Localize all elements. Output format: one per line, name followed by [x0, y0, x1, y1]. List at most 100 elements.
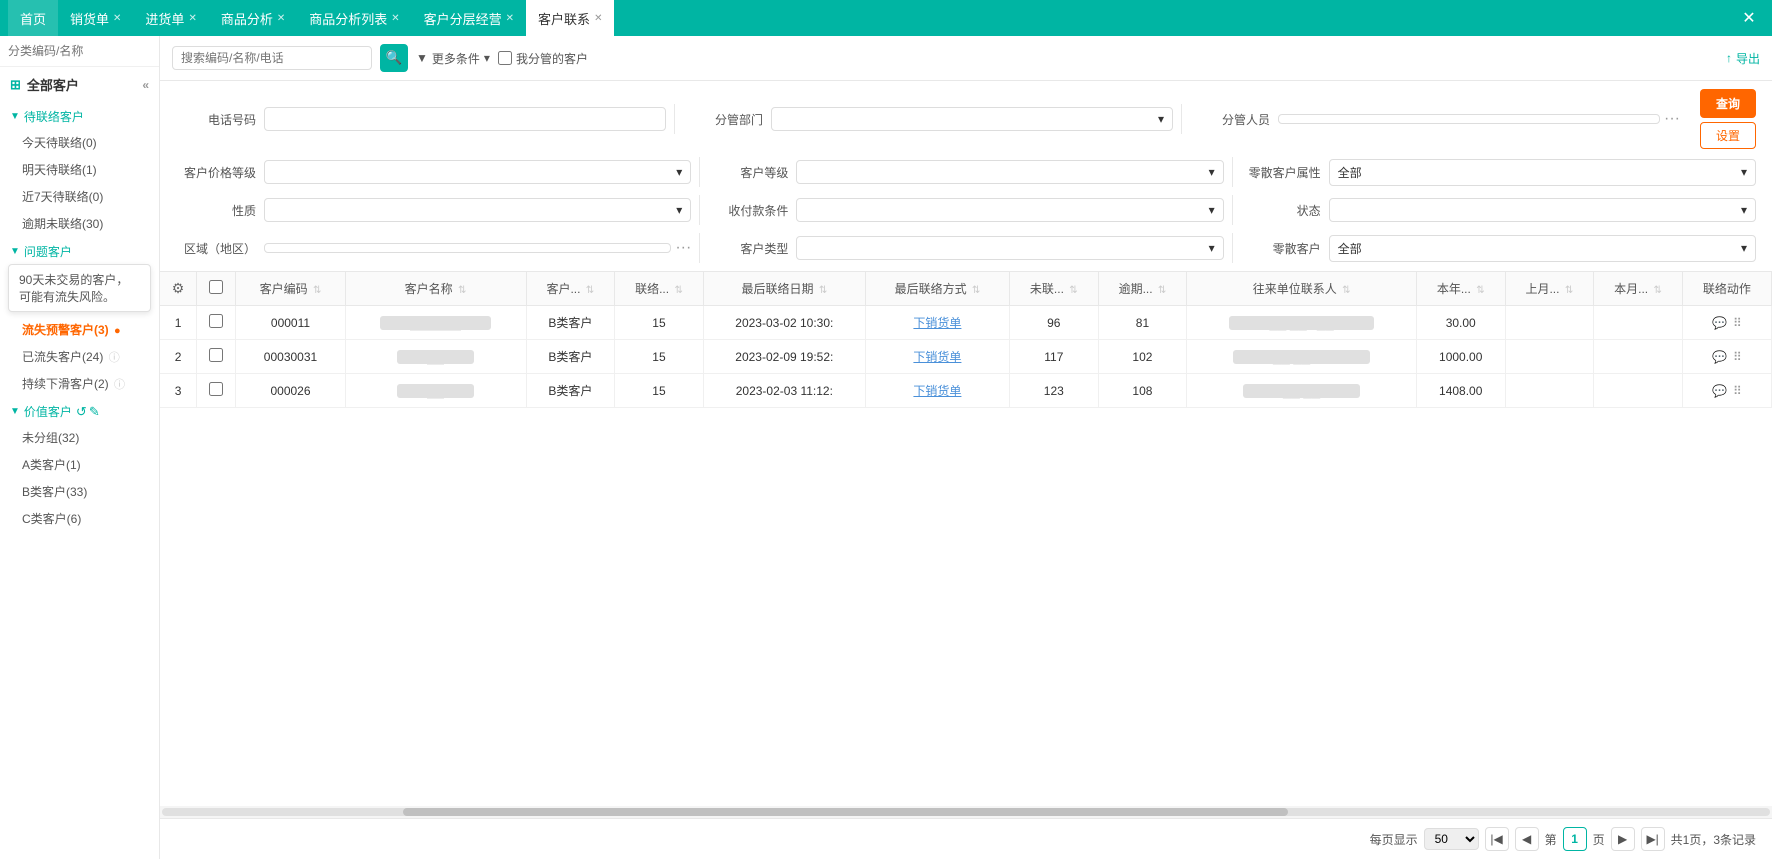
- th-not-contacted[interactable]: 未联... ⇅: [1009, 272, 1098, 306]
- churn-tooltip: 90天未交易的客户，可能有流失风险。: [8, 264, 151, 312]
- per-page-select[interactable]: 50 100: [1424, 828, 1479, 850]
- refresh-icon[interactable]: ↺: [76, 404, 87, 420]
- cell-checkbox: [197, 340, 236, 374]
- customer-level-select[interactable]: ▾: [796, 160, 1223, 184]
- sidebar-group-pending-contact[interactable]: ▼ 待联络客户: [0, 102, 159, 129]
- manager-select[interactable]: [1278, 114, 1660, 124]
- select-all-checkbox[interactable]: [209, 280, 223, 294]
- nav-item-sales[interactable]: 销货单 ✕: [58, 0, 133, 36]
- main-search-button[interactable]: 🔍: [380, 44, 408, 72]
- sidebar-item-overdue[interactable]: 逾期未联络(30): [0, 210, 159, 237]
- price-level-select[interactable]: ▾: [264, 160, 691, 184]
- nav-item-home[interactable]: 首页: [8, 0, 58, 36]
- row-checkbox[interactable]: [209, 314, 223, 328]
- sidebar-item-today-pending[interactable]: 今天待联络(0): [0, 129, 159, 156]
- nav-close-goods-analysis[interactable]: ✕: [277, 13, 285, 24]
- my-customers-checkbox[interactable]: 我分管的客户: [498, 50, 588, 67]
- th-last-method[interactable]: 最后联络方式 ⇅: [865, 272, 1009, 306]
- status-select[interactable]: ▾: [1329, 198, 1756, 222]
- action-chat-icon[interactable]: 💬: [1712, 350, 1727, 364]
- sidebar-item-type-c[interactable]: C类客户(6): [0, 505, 159, 532]
- divider-4: [1232, 157, 1233, 187]
- setting-button[interactable]: 设置: [1700, 122, 1756, 149]
- th-this-month[interactable]: 本月... ⇅: [1594, 272, 1683, 306]
- nav-item-customer-contact[interactable]: 客户联系 ✕: [526, 0, 614, 36]
- nav-close-sales[interactable]: ✕: [113, 13, 121, 24]
- nav-item-goods-list[interactable]: 商品分析列表 ✕: [297, 0, 411, 36]
- action-more-icon[interactable]: ⠿: [1733, 350, 1742, 364]
- phone-label: 电话号码: [176, 111, 256, 128]
- sidebar-item-week-pending[interactable]: 近7天待联络(0): [0, 183, 159, 210]
- th-type[interactable]: 客户... ⇅: [526, 272, 615, 306]
- action-more-icon[interactable]: ⠿: [1733, 316, 1742, 330]
- nature-select[interactable]: ▾: [264, 198, 691, 222]
- more-conditions-button[interactable]: ▼ 更多条件 ▾: [416, 50, 490, 67]
- nav-close-customer-tier[interactable]: ✕: [506, 13, 514, 24]
- filter-price-level: 客户价格等级 ▾: [176, 160, 691, 184]
- window-close-button[interactable]: ✕: [1734, 3, 1764, 33]
- divider-8: [1232, 233, 1233, 263]
- cell-last-date: 2023-02-03 11:12:: [703, 374, 865, 408]
- th-name[interactable]: 客户名称 ⇅: [345, 272, 526, 306]
- chevron-down-icon-retail: ▾: [1741, 165, 1747, 179]
- sort-icon-this-year: ⇅: [1476, 285, 1484, 296]
- nav-close-customer-contact[interactable]: ✕: [594, 13, 602, 24]
- last-method-link[interactable]: 下销货单: [913, 384, 961, 398]
- customer-type-select[interactable]: ▾: [796, 236, 1223, 260]
- next-page-button[interactable]: ▶: [1611, 827, 1635, 851]
- retail-attr-select[interactable]: 全部 ▾: [1329, 159, 1756, 186]
- cell-action: 💬 ⠿: [1682, 306, 1771, 340]
- nav-item-customer-tier[interactable]: 客户分层经营 ✕: [412, 0, 526, 36]
- row-checkbox[interactable]: [209, 348, 223, 362]
- export-button[interactable]: ↑ 导出: [1726, 50, 1760, 67]
- th-contact-person[interactable]: 往来单位联系人 ⇅: [1187, 272, 1417, 306]
- nav-close-purchase[interactable]: ✕: [188, 13, 196, 24]
- main-search-input[interactable]: [172, 46, 372, 70]
- first-page-button[interactable]: |◀: [1485, 827, 1509, 851]
- phone-input[interactable]: [264, 107, 666, 131]
- nav-item-purchase[interactable]: 进货单 ✕: [133, 0, 208, 36]
- sidebar-item-declining[interactable]: 持续下滑客户(2) ⓘ: [0, 370, 159, 397]
- th-this-year[interactable]: 本年... ⇅: [1416, 272, 1505, 306]
- last-method-link[interactable]: 下销货单: [913, 316, 961, 330]
- scrollbar-thumb[interactable]: [403, 808, 1287, 816]
- sidebar-item-tomorrow-pending[interactable]: 明天待联络(1): [0, 156, 159, 183]
- sidebar-group-churn-risk[interactable]: ▼ 问题客户: [0, 237, 159, 264]
- sidebar-group-value-customers[interactable]: ▼ 价值客户 ↺ ✎: [0, 397, 159, 424]
- edit-icon[interactable]: ✎: [89, 404, 100, 420]
- region-select[interactable]: [264, 243, 671, 253]
- customer-table: ⚙ 客户编码 ⇅ 客户名称 ⇅: [160, 272, 1772, 408]
- th-last-month[interactable]: 上月... ⇅: [1505, 272, 1594, 306]
- th-contact[interactable]: 联络... ⇅: [615, 272, 704, 306]
- action-chat-icon[interactable]: 💬: [1712, 316, 1727, 330]
- action-chat-icon[interactable]: 💬: [1712, 384, 1727, 398]
- action-more-icon[interactable]: ⠿: [1733, 384, 1742, 398]
- th-overdue[interactable]: 逾期... ⇅: [1098, 272, 1187, 306]
- all-customers-title[interactable]: ⊞ 全部客户 «: [0, 67, 159, 102]
- last-method-link[interactable]: 下销货单: [913, 350, 961, 364]
- settings-gear-icon[interactable]: ⚙: [172, 280, 185, 296]
- filter-status: 状态 ▾: [1241, 198, 1756, 222]
- sidebar-item-ungroup[interactable]: 未分组(32): [0, 424, 159, 451]
- collapse-btn[interactable]: «: [142, 78, 149, 92]
- my-customers-check[interactable]: [498, 51, 512, 65]
- th-last-date[interactable]: 最后联络日期 ⇅: [703, 272, 865, 306]
- region-more-btn[interactable]: ···: [675, 239, 691, 257]
- manager-more-btn[interactable]: ···: [1664, 110, 1680, 128]
- horizontal-scrollbar[interactable]: [160, 806, 1772, 818]
- retail-customer-select[interactable]: 全部 ▾: [1329, 235, 1756, 262]
- sidebar-item-churn-warning[interactable]: 流失预警客户(3) ●: [0, 316, 159, 343]
- sidebar-item-churned[interactable]: 已流失客户(24) ⓘ: [0, 343, 159, 370]
- th-code[interactable]: 客户编码 ⇅: [236, 272, 345, 306]
- row-checkbox[interactable]: [209, 382, 223, 396]
- nav-close-goods-list[interactable]: ✕: [391, 13, 399, 24]
- payment-select[interactable]: ▾: [796, 198, 1223, 222]
- dept-select[interactable]: ▾: [771, 107, 1173, 131]
- nav-item-goods-analysis[interactable]: 商品分析 ✕: [209, 0, 297, 36]
- last-page-button[interactable]: ▶|: [1641, 827, 1665, 851]
- sidebar-item-type-b[interactable]: B类客户(33): [0, 478, 159, 505]
- prev-page-button[interactable]: ◀: [1515, 827, 1539, 851]
- query-button[interactable]: 查询: [1700, 89, 1756, 118]
- sidebar-search-input[interactable]: [8, 44, 160, 58]
- sidebar-item-type-a[interactable]: A类客户(1): [0, 451, 159, 478]
